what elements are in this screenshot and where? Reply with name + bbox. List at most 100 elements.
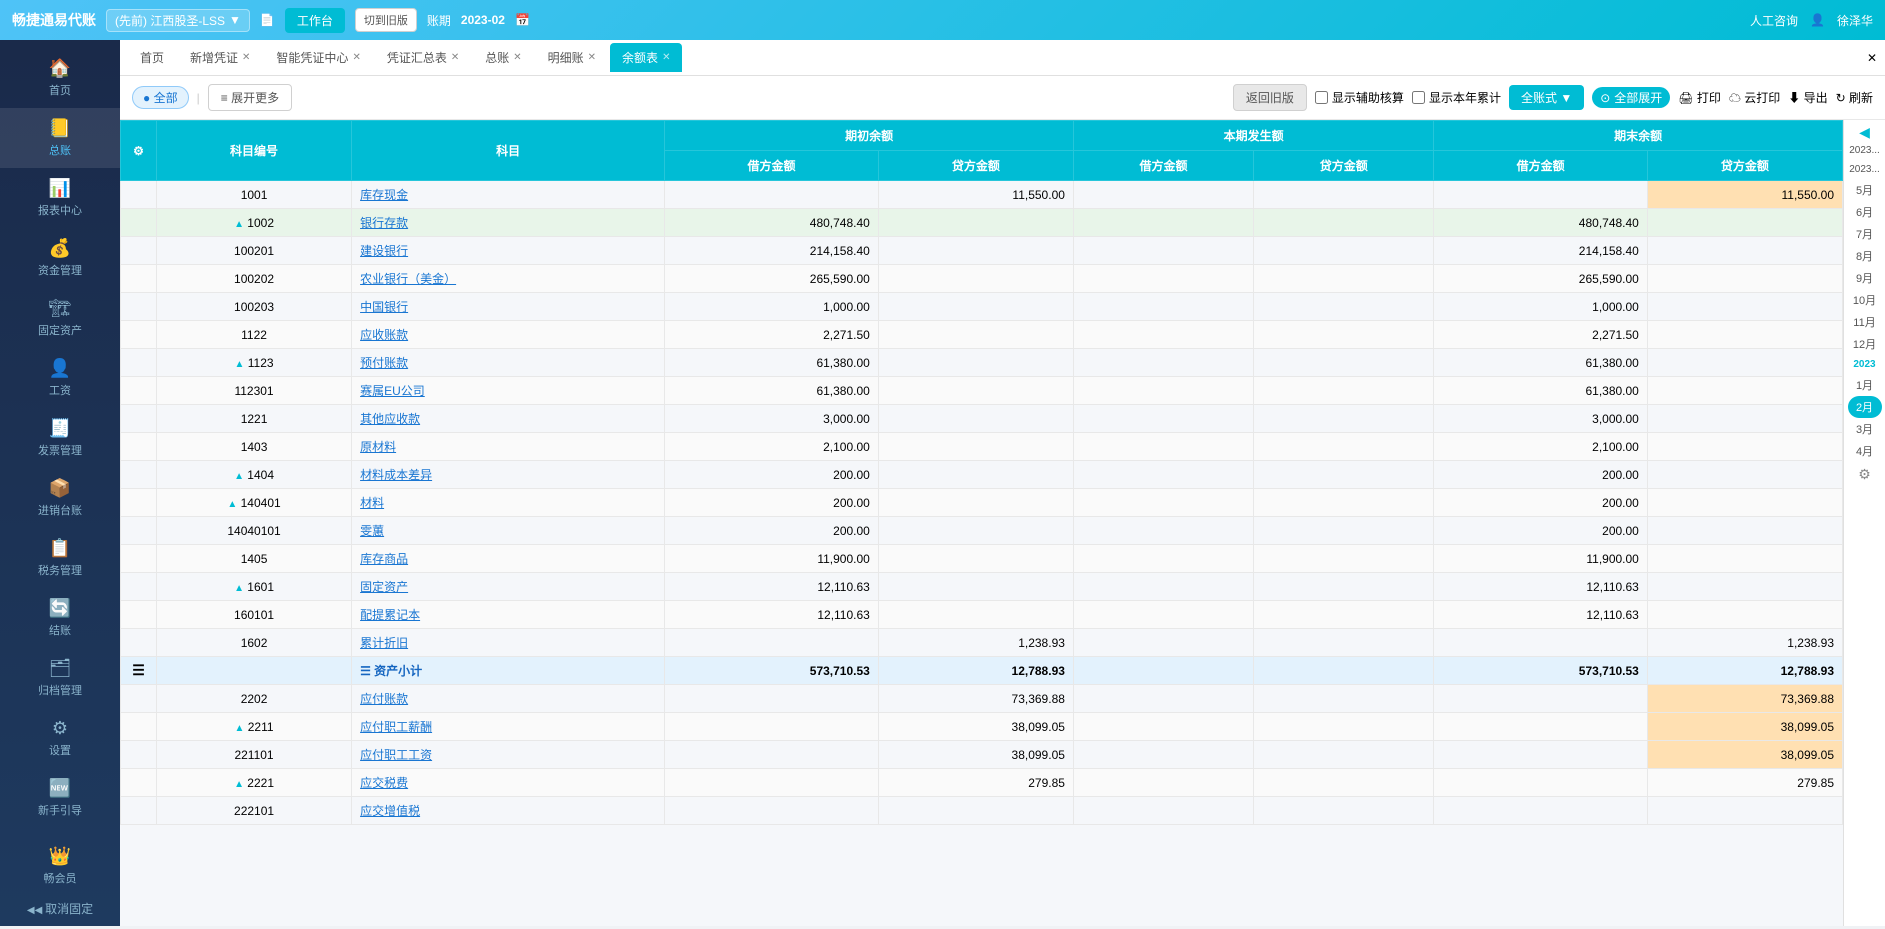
row-settings[interactable]	[121, 517, 157, 545]
full-format-button[interactable]: 全账式 ▼	[1509, 85, 1584, 110]
row-settings[interactable]	[121, 713, 157, 741]
row-name[interactable]: 原材料	[352, 433, 665, 461]
workbench-button[interactable]: 工作台	[285, 8, 345, 33]
tab-voucher-summary[interactable]: 凭证汇总表 ✕	[375, 43, 471, 72]
expand-more-button[interactable]: ≡ 展开更多	[208, 84, 292, 111]
th-settings[interactable]: ⚙	[121, 121, 157, 181]
row-name[interactable]: 应交增值税	[352, 797, 665, 825]
close-tab-detail-ledger[interactable]: ✕	[588, 52, 596, 63]
tab-home[interactable]: 首页	[128, 43, 176, 72]
row-settings[interactable]	[121, 237, 157, 265]
show-auxiliary-checkbox[interactable]	[1315, 91, 1328, 104]
sidebar-item-purchase-sales[interactable]: 📦 进销台账	[0, 468, 120, 528]
expand-all-toggle[interactable]: ⊙ 全部展开	[1592, 87, 1670, 108]
row-settings[interactable]	[121, 433, 157, 461]
row-settings[interactable]	[121, 405, 157, 433]
month-10[interactable]: 10月	[1848, 289, 1882, 311]
sidebar-item-reports[interactable]: 📊 报表中心	[0, 168, 120, 228]
close-tab-balance-sheet[interactable]: ✕	[662, 52, 670, 63]
row-name[interactable]: 应付职工薪酬	[352, 713, 665, 741]
row-name[interactable]: 累计折旧	[352, 629, 665, 657]
user-avatar[interactable]: 👤	[1810, 13, 1825, 27]
row-settings[interactable]	[121, 685, 157, 713]
row-name[interactable]: 雯蕙	[352, 517, 665, 545]
row-settings[interactable]	[121, 797, 157, 825]
month-6[interactable]: 6月	[1848, 201, 1882, 223]
sidebar-item-home[interactable]: 🏠 首页	[0, 48, 120, 108]
close-tab-new-voucher[interactable]: ✕	[242, 52, 250, 63]
row-name[interactable]: 固定资产	[352, 573, 665, 601]
row-name[interactable]: 材料	[352, 489, 665, 517]
row-settings[interactable]: ☰	[121, 657, 157, 685]
sidebar-item-archive[interactable]: 🗂 归档管理	[0, 648, 120, 708]
back-old-button[interactable]: 返回旧版	[1233, 84, 1307, 111]
row-name[interactable]: 应收账款	[352, 321, 665, 349]
tab-new-voucher[interactable]: 新增凭证 ✕	[178, 43, 262, 72]
sidebar-item-fixed-assets[interactable]: 🏗 固定资产	[0, 288, 120, 348]
row-settings[interactable]	[121, 629, 157, 657]
show-annual-total-checkbox[interactable]	[1412, 91, 1425, 104]
close-tab-ledger[interactable]: ✕	[513, 52, 521, 63]
row-settings[interactable]	[121, 265, 157, 293]
row-settings[interactable]	[121, 209, 157, 237]
company-selector[interactable]: (先前) 江西股圣-LSS ▼	[106, 9, 250, 32]
month-3[interactable]: 3月	[1848, 418, 1882, 440]
sidebar-item-ledger[interactable]: 📒 总账	[0, 108, 120, 168]
unpin-button[interactable]: ◀◀ 取消固定	[27, 896, 93, 921]
consult-label[interactable]: 人工咨询	[1750, 12, 1798, 29]
row-settings[interactable]	[121, 181, 157, 209]
row-name[interactable]: 材料成本差异	[352, 461, 665, 489]
panel-settings-icon[interactable]: ⚙	[1858, 466, 1871, 483]
sidebar-item-settlement[interactable]: 🔄 结账	[0, 588, 120, 648]
switch-old-button[interactable]: 切到旧版	[355, 8, 417, 32]
refresh-button[interactable]: ↻ 刷新	[1836, 89, 1873, 106]
month-5[interactable]: 5月	[1848, 179, 1882, 201]
sidebar-item-invoice[interactable]: 🧾 发票管理	[0, 408, 120, 468]
close-tab-smart-voucher[interactable]: ✕	[352, 52, 360, 63]
row-name[interactable]: 库存商品	[352, 545, 665, 573]
row-name[interactable]: 中国银行	[352, 293, 665, 321]
row-name[interactable]: 配提累记本	[352, 601, 665, 629]
print-button[interactable]: 🖨 打印	[1678, 89, 1721, 106]
row-settings[interactable]	[121, 321, 157, 349]
row-settings[interactable]	[121, 741, 157, 769]
window-close-button[interactable]: ✕	[1867, 51, 1877, 65]
month-9[interactable]: 9月	[1848, 267, 1882, 289]
month-1[interactable]: 1月	[1848, 374, 1882, 396]
row-settings[interactable]	[121, 573, 157, 601]
month-11[interactable]: 11月	[1848, 311, 1882, 333]
sidebar-item-settings[interactable]: ⚙ 设置	[0, 708, 120, 768]
sidebar-item-funds[interactable]: 💰 资金管理	[0, 228, 120, 288]
row-name[interactable]: 应付职工工资	[352, 741, 665, 769]
month-2[interactable]: 2月	[1848, 396, 1882, 418]
calendar-icon[interactable]: 📅	[515, 13, 530, 27]
row-name[interactable]: 应付账款	[352, 685, 665, 713]
row-name[interactable]: 预付账款	[352, 349, 665, 377]
export-button[interactable]: ⬇ 导出	[1788, 89, 1827, 106]
row-name[interactable]: 应交税费	[352, 769, 665, 797]
close-tab-voucher-summary[interactable]: ✕	[451, 52, 459, 63]
row-name[interactable]: 赛属EU公司	[352, 377, 665, 405]
sidebar-item-vip[interactable]: 👑 畅会员	[0, 836, 120, 896]
tab-detail-ledger[interactable]: 明细账 ✕	[536, 43, 608, 72]
doc-icon[interactable]: 📄	[260, 13, 275, 27]
month-4[interactable]: 4月	[1848, 440, 1882, 462]
tab-balance-sheet[interactable]: 余额表 ✕	[610, 43, 682, 72]
month-12[interactable]: 12月	[1848, 333, 1882, 355]
sidebar-item-payroll[interactable]: 👤 工资	[0, 348, 120, 408]
row-settings[interactable]	[121, 601, 157, 629]
row-settings[interactable]	[121, 377, 157, 405]
cloud-print-button[interactable]: ☁ 云打印	[1729, 89, 1780, 106]
sidebar-item-tax[interactable]: 📋 税务管理	[0, 528, 120, 588]
row-settings[interactable]	[121, 349, 157, 377]
row-settings[interactable]	[121, 545, 157, 573]
row-name[interactable]: 银行存款	[352, 209, 665, 237]
all-filter-tag[interactable]: ● 全部	[132, 86, 189, 109]
month-7[interactable]: 7月	[1848, 223, 1882, 245]
row-settings[interactable]	[121, 461, 157, 489]
row-name[interactable]: 库存现金	[352, 181, 665, 209]
panel-expand-icon[interactable]: ◀	[1859, 124, 1870, 141]
row-settings[interactable]	[121, 489, 157, 517]
tab-smart-voucher[interactable]: 智能凭证中心 ✕	[264, 43, 372, 72]
row-name[interactable]: 农业银行（美金）	[352, 265, 665, 293]
